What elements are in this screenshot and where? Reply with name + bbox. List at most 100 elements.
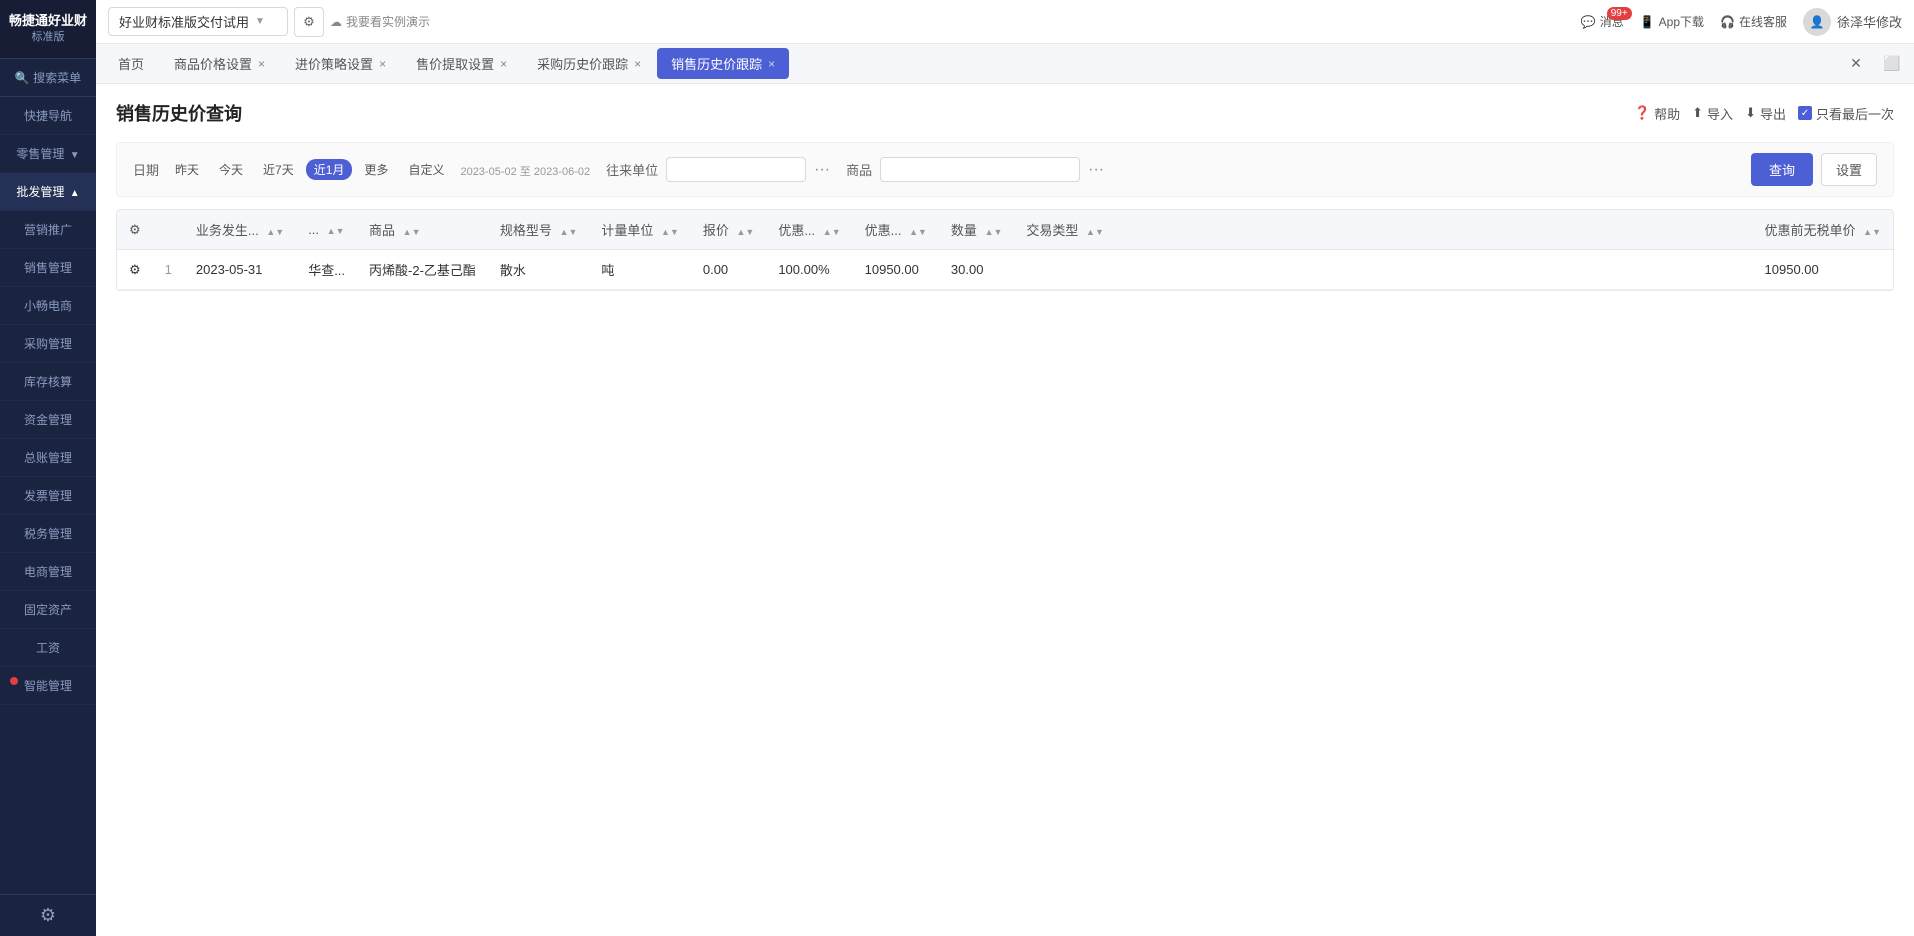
- sidebar-item-finance[interactable]: 资金管理: [0, 401, 96, 439]
- date-yesterday[interactable]: 昨天: [167, 159, 207, 180]
- from-org-input[interactable]: [666, 157, 806, 182]
- page-actions: ❓ 帮助 ⬆ 导入 ⬇ 导出 ✓ 只看最后一次: [1634, 104, 1894, 123]
- sort-arrows-tx-type: ▲▼: [1086, 227, 1104, 237]
- sidebar-item-ecommerce-small[interactable]: 小畅电商: [0, 287, 96, 325]
- row-discount-amt: 10950.00: [853, 250, 939, 290]
- col-spec[interactable]: 规格型号 ▲▼: [488, 210, 589, 250]
- col-discount-pct[interactable]: 优惠... ▲▼: [766, 210, 852, 250]
- row-spec: 散水: [488, 250, 589, 290]
- product-filter-group: 商品 ···: [846, 157, 1104, 182]
- import-label: 导入: [1707, 104, 1733, 123]
- sidebar-item-purchase[interactable]: 采购管理: [0, 325, 96, 363]
- sidebar-item-tax[interactable]: 税务管理: [0, 515, 96, 553]
- filter-settings-btn[interactable]: 设置: [1821, 153, 1877, 186]
- last-only-checkbox[interactable]: ✓ 只看最后一次: [1798, 104, 1894, 123]
- invoice-label: 发票管理: [24, 487, 72, 504]
- notification-btn[interactable]: 💬 消息 99+: [1581, 13, 1624, 30]
- date-last7[interactable]: 近7天: [255, 159, 302, 180]
- finance-label: 资金管理: [24, 411, 72, 428]
- date-custom[interactable]: 自定义: [400, 159, 452, 180]
- app-selector[interactable]: 好业财标准版交付试用 ▼: [108, 7, 288, 36]
- tab-purchase-strategy[interactable]: 进价策略设置 ×: [281, 48, 400, 79]
- sort-arrows-pretax-price: ▲▼: [1863, 227, 1881, 237]
- purchase-label: 采购管理: [24, 335, 72, 352]
- tab-purchase-strategy-close[interactable]: ×: [379, 57, 386, 71]
- date-more[interactable]: 更多: [356, 159, 396, 180]
- tab-product-price-close[interactable]: ×: [258, 57, 265, 71]
- salary-label: 工资: [36, 639, 60, 656]
- sidebar-item-quick-nav[interactable]: 快捷导航: [0, 97, 96, 135]
- sidebar-item-smart[interactable]: 智能管理: [0, 667, 96, 705]
- demo-link[interactable]: ☁ 我要看实例演示: [330, 13, 430, 30]
- export-btn[interactable]: ⬇ 导出: [1745, 104, 1786, 123]
- user-info[interactable]: 👤 徐泽华修改: [1803, 8, 1902, 36]
- app-download-label: App下载: [1659, 13, 1704, 30]
- sidebar-item-wholesale[interactable]: 批发管理 ▲: [0, 173, 96, 211]
- row-gear[interactable]: ⚙: [117, 250, 153, 290]
- row-unit: 吨: [589, 250, 690, 290]
- quick-nav-label: 快捷导航: [24, 107, 72, 124]
- col-pretax-price[interactable]: 优惠前无税单价 ▲▼: [1753, 210, 1893, 250]
- col-product-label: 商品: [369, 223, 395, 238]
- sidebar-item-salary[interactable]: 工资: [0, 629, 96, 667]
- col-discount-amt[interactable]: 优惠... ▲▼: [853, 210, 939, 250]
- col-unit-label: 计量单位: [601, 223, 653, 238]
- date-last1m[interactable]: 近1月: [306, 159, 353, 180]
- tab-sale-extract-close[interactable]: ×: [500, 57, 507, 71]
- chevron-down-icon: ▼: [255, 16, 265, 27]
- sidebar-search[interactable]: 🔍 搜索菜单: [0, 59, 96, 97]
- tab-sales-history[interactable]: 销售历史价跟踪 ×: [657, 48, 789, 79]
- tax-label: 税务管理: [24, 525, 72, 542]
- col-more[interactable]: ... ▲▼: [296, 210, 357, 250]
- tab-sales-history-close[interactable]: ×: [768, 57, 775, 71]
- sort-arrows-biz-date: ▲▼: [266, 227, 284, 237]
- col-discount-pct-label: 优惠...: [778, 223, 815, 238]
- window-maximize-btn[interactable]: ⬜: [1878, 50, 1906, 78]
- sidebar-settings-btn[interactable]: ⚙: [0, 894, 96, 936]
- from-org-more[interactable]: ···: [814, 161, 830, 179]
- help-btn[interactable]: ❓ 帮助: [1634, 104, 1680, 123]
- col-quote[interactable]: 报价 ▲▼: [691, 210, 766, 250]
- col-unit[interactable]: 计量单位 ▲▼: [589, 210, 690, 250]
- tab-purchase-history[interactable]: 采购历史价跟踪 ×: [523, 48, 655, 79]
- col-biz-date[interactable]: 业务发生... ▲▼: [184, 210, 296, 250]
- col-tx-type[interactable]: 交易类型 ▲▼: [1014, 210, 1115, 250]
- filter-actions: 查询 设置: [1751, 153, 1877, 186]
- headset-icon: 🎧: [1720, 15, 1735, 29]
- sidebar-item-assets[interactable]: 固定资产: [0, 591, 96, 629]
- query-btn[interactable]: 查询: [1751, 153, 1813, 186]
- sidebar-item-marketing[interactable]: 营销推广: [0, 211, 96, 249]
- col-product[interactable]: 商品 ▲▼: [357, 210, 488, 250]
- product-more[interactable]: ···: [1088, 161, 1104, 179]
- page-title: 销售历史价查询: [116, 100, 242, 126]
- topbar: 好业财标准版交付试用 ▼ ⚙ ☁ 我要看实例演示 💬 消息 99+ 📱 App下…: [96, 0, 1914, 44]
- import-icon: ⬆: [1692, 105, 1703, 121]
- col-qty[interactable]: 数量 ▲▼: [939, 210, 1014, 250]
- import-btn[interactable]: ⬆ 导入: [1692, 104, 1733, 123]
- product-input[interactable]: [880, 157, 1080, 182]
- sidebar-item-retail[interactable]: 零售管理 ▼: [0, 135, 96, 173]
- tab-home[interactable]: 首页: [104, 48, 158, 79]
- date-pills: 昨天 今天 近7天 近1月 更多 自定义: [167, 159, 452, 180]
- page-content: 销售历史价查询 ❓ 帮助 ⬆ 导入 ⬇ 导出 ✓ 只看最后一次: [96, 84, 1914, 936]
- sort-arrows-discount-pct: ▲▼: [823, 227, 841, 237]
- sidebar-item-sales[interactable]: 销售管理: [0, 249, 96, 287]
- tab-purchase-history-close[interactable]: ×: [634, 57, 641, 71]
- col-qty-label: 数量: [951, 223, 977, 238]
- app-download-btn[interactable]: 📱 App下载: [1640, 13, 1704, 30]
- app-selector-label: 好业财标准版交付试用: [119, 12, 249, 31]
- sidebar-item-account[interactable]: 总账管理: [0, 439, 96, 477]
- sidebar-item-invoice[interactable]: 发票管理: [0, 477, 96, 515]
- window-close-btn[interactable]: ✕: [1842, 50, 1870, 78]
- cloud-icon: ☁: [330, 15, 342, 29]
- app-settings-button[interactable]: ⚙: [294, 7, 324, 37]
- col-tx-type-label: 交易类型: [1026, 223, 1078, 238]
- online-service-btn[interactable]: 🎧 在线客服: [1720, 13, 1787, 30]
- sidebar-item-ecommerce[interactable]: 电商管理: [0, 553, 96, 591]
- sidebar-item-inventory[interactable]: 库存核算: [0, 363, 96, 401]
- sidebar-logo: 畅捷通好业财 标准版: [0, 0, 96, 59]
- tab-product-price[interactable]: 商品价格设置 ×: [160, 48, 279, 79]
- date-today[interactable]: 今天: [211, 159, 251, 180]
- tab-sale-extract[interactable]: 售价提取设置 ×: [402, 48, 521, 79]
- col-gear[interactable]: ⚙: [117, 210, 153, 250]
